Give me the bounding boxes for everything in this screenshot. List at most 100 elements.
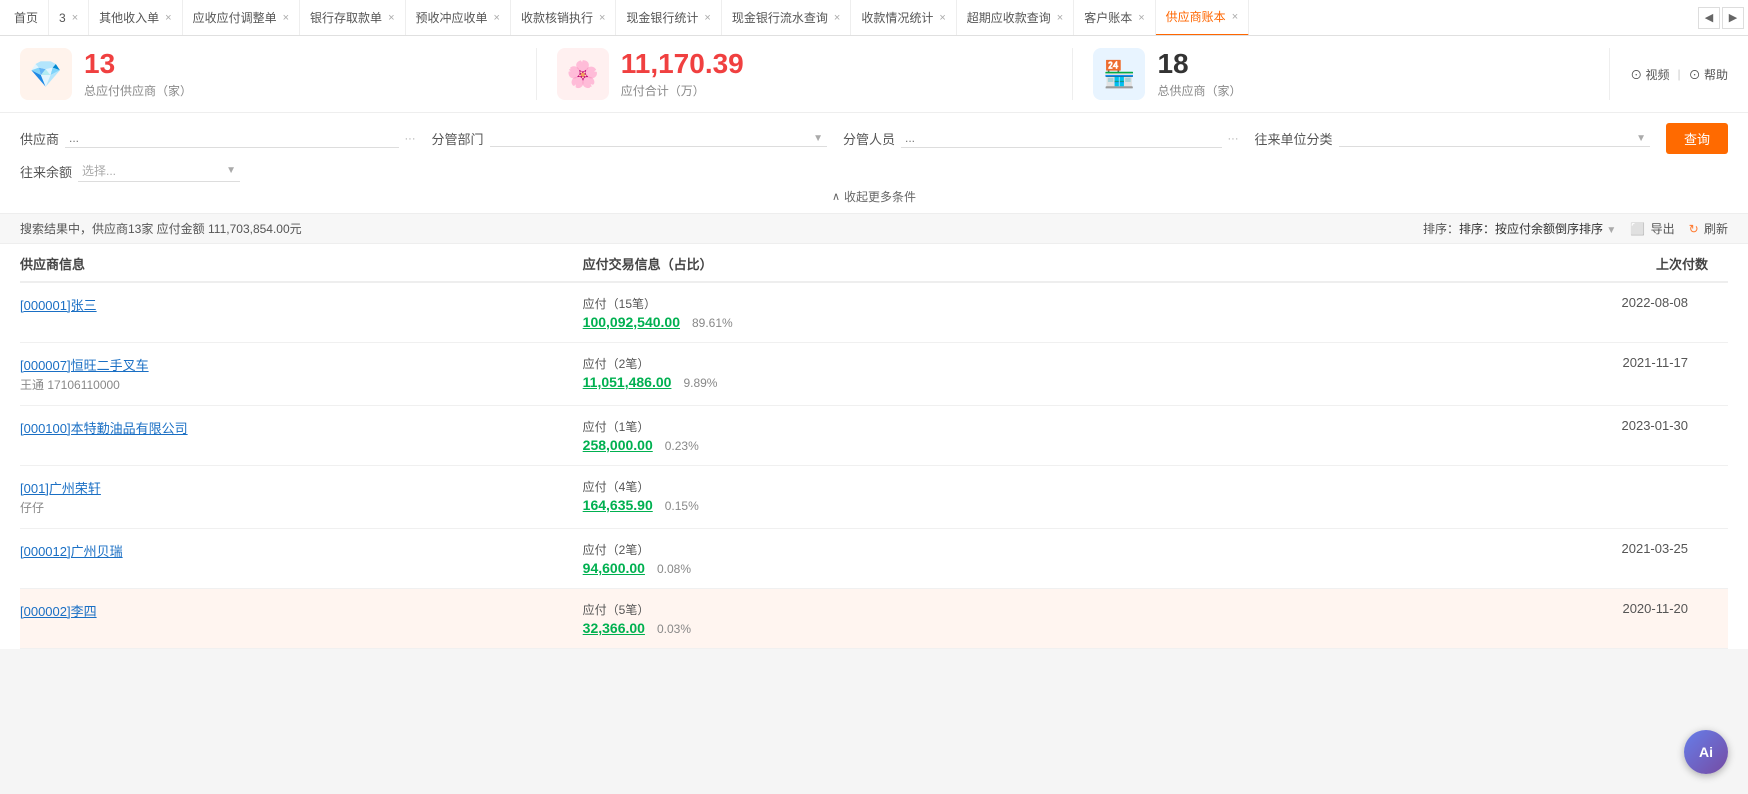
supplier-link-5[interactable]: [000012]广州贝瑞 [20, 541, 583, 560]
nav-next-button[interactable]: ▶ [1722, 7, 1744, 29]
txn-amount-1[interactable]: 100,092,540.00 [583, 314, 680, 330]
filter-row-2: 往来余额 选择... ▼ [20, 160, 1728, 182]
result-bar-right: 排序：排序：按应付余额倒序排序 ▼ ⬜ 导出 ↻ 刷新 [1423, 220, 1728, 237]
manager-input[interactable] [901, 129, 1221, 148]
close-icon[interactable]: × [72, 12, 78, 24]
nav-prev-button[interactable]: ◀ [1698, 7, 1720, 29]
txn-amount-2[interactable]: 11,051,486.00 [583, 374, 672, 390]
transaction-info-5: 应付（2笔） 94,600.00 0.08% [583, 541, 1258, 576]
txn-pct-4: 0.15% [665, 499, 699, 513]
help-link[interactable]: ⊙ 帮助 [1689, 66, 1728, 83]
nav-tab-home-label: 首页 [14, 9, 38, 26]
sort-value[interactable]: 排序：按应付余额倒序排序 [1459, 222, 1603, 236]
txn-amount-5[interactable]: 94,600.00 [583, 560, 645, 576]
total-supplier-icon: 🏪 [1093, 48, 1145, 100]
col-header-lastpay: 上次付数 [1258, 254, 1728, 273]
close-icon[interactable]: × [704, 12, 710, 24]
nav-tab-prepay-ar[interactable]: 预收冲应收单 × [406, 0, 511, 36]
manager-dots-icon[interactable]: ··· [1228, 133, 1239, 145]
stat-card-payable-total: 🌸 11,170.39 应付合计（万） [537, 48, 1074, 100]
filter-manager: 分管人员 ··· [843, 129, 1239, 148]
supplier-link-4[interactable]: [001]广州荣轩 [20, 478, 583, 497]
nav-tab-receipt-verify[interactable]: 收款核销执行 × [511, 0, 616, 36]
txn-pct-3: 0.23% [665, 439, 699, 453]
filter-manager-label: 分管人员 [843, 129, 895, 148]
filter-supplier: 供应商 ··· [20, 129, 416, 148]
nav-tab-supplier-ledger[interactable]: 供应商账本 × [1156, 0, 1249, 36]
lastpay-date-5: 2021-03-25 [1622, 541, 1709, 556]
filter-balance-label: 往来余额 [20, 162, 72, 181]
filter-balance: 往来余额 选择... ▼ [20, 160, 240, 182]
chevron-down-icon: ▼ [813, 133, 823, 144]
lastpay-date-1: 2022-08-08 [1622, 295, 1709, 310]
top-right-links: ⊙ 视频 | ⊙ 帮助 [1610, 66, 1728, 83]
close-icon[interactable]: × [283, 12, 289, 24]
table-header: 供应商信息 应付交易信息（占比） 上次付数 [20, 244, 1728, 283]
nav-tab-other-income[interactable]: 其他收入单 × [89, 0, 182, 36]
sort-chevron-icon: ▼ [1606, 225, 1616, 236]
nav-tab-receipt-verify-label: 收款核销执行 [521, 9, 593, 26]
nav-tab-customer-ledger[interactable]: 客户账本 × [1074, 0, 1155, 36]
close-icon[interactable]: × [834, 12, 840, 24]
lastpay-2: 2021-11-17 [1258, 355, 1728, 370]
payable-total-value: 11,170.39 [621, 49, 744, 80]
txn-row-6: 32,366.00 0.03% [583, 620, 1258, 636]
filter-supplier-label: 供应商 [20, 129, 59, 148]
supplier-link-6[interactable]: [000002]李四 [20, 601, 583, 620]
nav-arrows: ◀ ▶ [1698, 7, 1744, 29]
lastpay-date-6: 2020-11-20 [1622, 601, 1708, 616]
txn-row-5: 94,600.00 0.08% [583, 560, 1258, 576]
supplier-dots-icon[interactable]: ··· [405, 133, 416, 145]
supplier-link-2[interactable]: [000007]恒旺二手叉车 [20, 355, 583, 374]
ai-badge-button[interactable]: Ai [1684, 730, 1728, 774]
nav-tab-prepay-ar-label: 预收冲应收单 [416, 9, 488, 26]
collapse-button[interactable]: ∧ 收起更多条件 [832, 188, 916, 205]
txn-label-4: 应付（4笔） [583, 478, 1258, 495]
nav-tab-overdue-ar-label: 超期应收款查询 [967, 9, 1051, 26]
lastpay-date-2: 2021-11-17 [1622, 355, 1708, 370]
export-label: 导出 [1651, 222, 1675, 236]
chevron-down-icon: ▼ [1636, 133, 1646, 144]
nav-tab-bank-deposit[interactable]: 银行存取款单 × [300, 0, 405, 36]
close-icon[interactable]: × [388, 12, 394, 24]
txn-pct-2: 9.89% [683, 376, 717, 390]
sort-label: 排序：排序：按应付余额倒序排序 ▼ [1423, 220, 1616, 237]
unit-type-select[interactable]: ▼ [1339, 131, 1650, 147]
close-icon[interactable]: × [939, 12, 945, 24]
balance-select[interactable]: 选择... ▼ [78, 160, 240, 182]
nav-tab-other-income-label: 其他收入单 [99, 9, 159, 26]
txn-amount-3[interactable]: 258,000.00 [583, 437, 653, 453]
nav-tab-ar-ap-adjust[interactable]: 应收应付调整单 × [183, 0, 300, 36]
close-icon[interactable]: × [494, 12, 500, 24]
close-icon[interactable]: × [1057, 12, 1063, 24]
close-icon[interactable]: × [599, 12, 605, 24]
txn-label-5: 应付（2笔） [583, 541, 1258, 558]
txn-amount-4[interactable]: 164,635.90 [583, 497, 653, 513]
nav-tab-cash-bank-flow[interactable]: 现金银行流水查询 × [722, 0, 851, 36]
txn-amount-6[interactable]: 32,366.00 [583, 620, 645, 636]
result-bar: 搜索结果中，供应商13家 应付金额 111,703,854.00元 排序：排序：… [0, 214, 1748, 244]
payable-total-label: 应付合计（万） [621, 82, 744, 99]
supplier-link-1[interactable]: [000001]张三 [20, 295, 583, 314]
supplier-link-3[interactable]: [000100]本特勤油品有限公司 [20, 418, 583, 437]
filter-unit-type: 往来单位分类 ▼ [1255, 129, 1651, 148]
nav-tab-receipt-stat[interactable]: 收款情况统计 × [851, 0, 956, 36]
supplier-sub-4: 仔仔 [20, 499, 583, 516]
nav-tab-customer-ledger-label: 客户账本 [1084, 9, 1132, 26]
department-select[interactable]: ▼ [490, 131, 827, 147]
nav-tab-cash-bank-stat[interactable]: 现金银行统计 × [616, 0, 721, 36]
transaction-info-1: 应付（15笔） 100,092,540.00 89.61% [583, 295, 1258, 330]
query-button[interactable]: 查询 [1666, 123, 1728, 154]
close-icon[interactable]: × [165, 12, 171, 24]
nav-tab-home[interactable]: 首页 [4, 0, 49, 36]
supplier-info-6: [000002]李四 [20, 601, 583, 620]
close-icon[interactable]: × [1232, 11, 1238, 23]
export-button[interactable]: ⬜ 导出 [1630, 220, 1674, 237]
nav-tab-3[interactable]: 3 × [49, 0, 89, 36]
supplier-input[interactable] [65, 129, 398, 148]
video-link[interactable]: ⊙ 视频 [1630, 66, 1669, 83]
nav-tab-overdue-ar[interactable]: 超期应收款查询 × [957, 0, 1074, 36]
refresh-button[interactable]: ↻ 刷新 [1689, 220, 1728, 237]
close-icon[interactable]: × [1138, 12, 1144, 24]
txn-label-2: 应付（2笔） [583, 355, 1258, 372]
